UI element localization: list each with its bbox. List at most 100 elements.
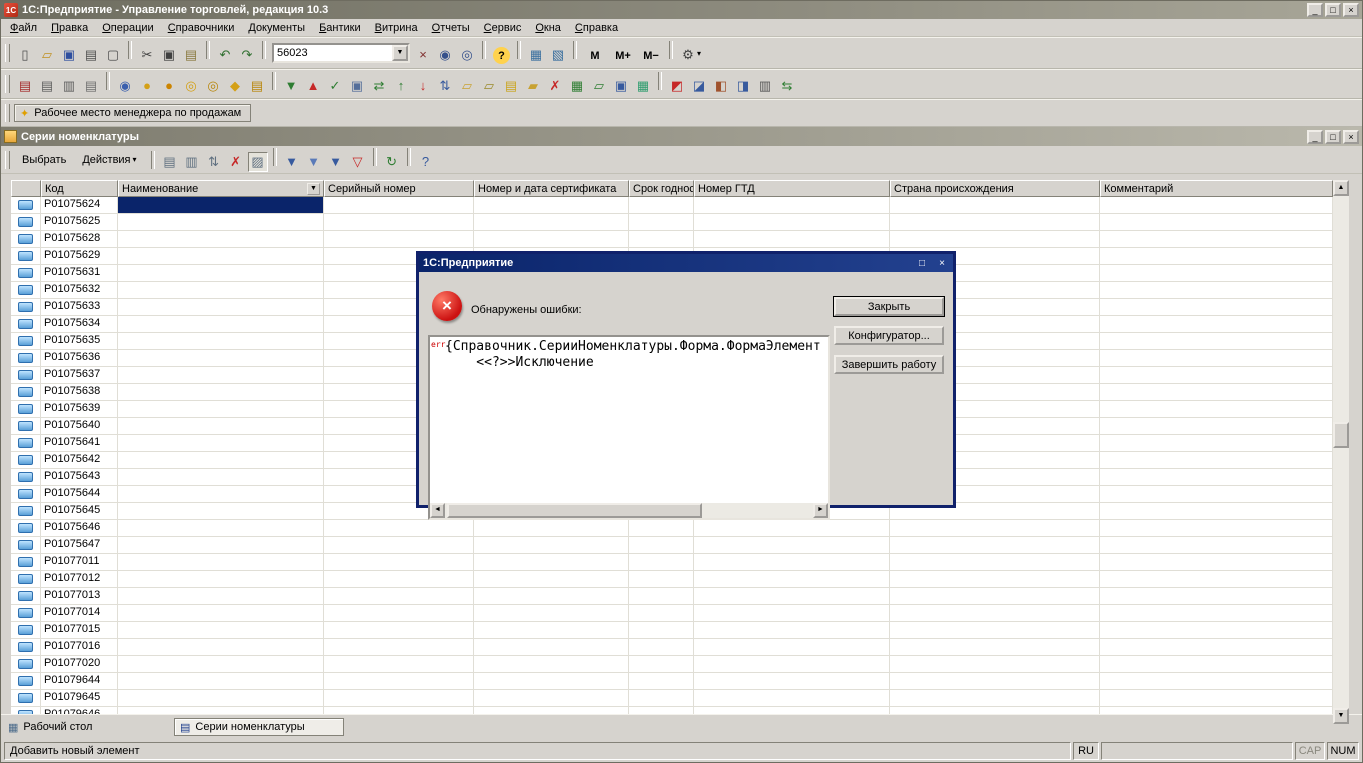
- table-cell[interactable]: [118, 452, 324, 469]
- workspace-tab[interactable]: ✦ Рабочее место менеджера по продажам: [14, 104, 252, 122]
- row-selector-cell[interactable]: [11, 299, 41, 316]
- table-cell[interactable]: [118, 299, 324, 316]
- column-header-7[interactable]: Страна происхождения: [890, 180, 1100, 197]
- doc-search-icon[interactable]: ▣: [611, 76, 631, 96]
- folder-forward-icon[interactable]: ▱: [479, 76, 499, 96]
- table-cell-code[interactable]: P01075646: [41, 520, 118, 537]
- row-selector-cell[interactable]: [11, 571, 41, 588]
- row-selector-cell[interactable]: [11, 673, 41, 690]
- clear-search-icon[interactable]: ×: [413, 44, 433, 64]
- table-cell[interactable]: [118, 486, 324, 503]
- row-selector-cell[interactable]: [11, 401, 41, 418]
- table-cell-code[interactable]: P01075636: [41, 350, 118, 367]
- menu-item-правка[interactable]: Правка: [44, 20, 95, 36]
- table-cell[interactable]: [1100, 265, 1333, 282]
- quick-search-combobox[interactable]: ▼: [272, 43, 410, 63]
- table-cell[interactable]: [324, 588, 474, 605]
- table-cell-code[interactable]: P01077011: [41, 554, 118, 571]
- row-selector-cell[interactable]: [11, 469, 41, 486]
- table-cell[interactable]: [629, 690, 694, 707]
- filter-by-value-icon[interactable]: ▼: [304, 151, 324, 171]
- paste-icon[interactable]: ▤: [181, 45, 201, 65]
- table-cell[interactable]: [1100, 537, 1333, 554]
- doc-exchange-icon[interactable]: ⇄: [369, 76, 389, 96]
- new-document-icon[interactable]: ▯: [15, 45, 35, 65]
- table-cell[interactable]: [324, 622, 474, 639]
- row-selector-cell[interactable]: [11, 435, 41, 452]
- table-cell[interactable]: [474, 214, 629, 231]
- table-cell[interactable]: [1100, 316, 1333, 333]
- partner-report-icon[interactable]: ◨: [733, 76, 753, 96]
- row-selector-cell[interactable]: [11, 231, 41, 248]
- refresh-icon[interactable]: ↻: [382, 152, 402, 172]
- table-cell[interactable]: [118, 384, 324, 401]
- table-cell[interactable]: [118, 350, 324, 367]
- table-cell-code[interactable]: P01077020: [41, 656, 118, 673]
- table-cell[interactable]: [1100, 486, 1333, 503]
- table-cell[interactable]: [890, 214, 1100, 231]
- column-header-3[interactable]: Серийный номер: [324, 180, 474, 197]
- manager-icon[interactable]: ◧: [711, 76, 731, 96]
- table-cell[interactable]: [694, 197, 890, 214]
- table-cell[interactable]: [324, 537, 474, 554]
- row-selector-cell[interactable]: [11, 333, 41, 350]
- table-cell[interactable]: [629, 231, 694, 248]
- table-cell[interactable]: [694, 214, 890, 231]
- taskbar-tab-desktop[interactable]: ▦ Рабочий стол: [3, 718, 173, 736]
- table-cell[interactable]: [1100, 588, 1333, 605]
- red-ledger-icon[interactable]: ▤: [15, 76, 35, 96]
- table-cell[interactable]: [1100, 384, 1333, 401]
- table-cell[interactable]: [474, 554, 629, 571]
- table-cell[interactable]: [890, 537, 1100, 554]
- print-labels-icon[interactable]: ▤: [81, 76, 101, 96]
- table-cell-code[interactable]: P01075624: [41, 197, 118, 214]
- cash-expense-icon[interactable]: ●: [159, 76, 179, 96]
- table-cell-code[interactable]: P01075642: [41, 452, 118, 469]
- doc-up-icon[interactable]: ↑: [391, 76, 411, 96]
- row-selector-cell[interactable]: [11, 588, 41, 605]
- table-cell[interactable]: [474, 571, 629, 588]
- menu-item-документы[interactable]: Документы: [241, 20, 312, 36]
- table-cell[interactable]: [118, 282, 324, 299]
- menu-item-окна[interactable]: Окна: [528, 20, 568, 36]
- shutdown-button[interactable]: Завершить работу: [834, 355, 944, 374]
- table-cell[interactable]: [324, 520, 474, 537]
- table-cell[interactable]: [1100, 418, 1333, 435]
- row-selector-cell[interactable]: [11, 656, 41, 673]
- calc-memory-plus-icon[interactable]: М+: [610, 46, 636, 66]
- table-cell[interactable]: [629, 214, 694, 231]
- table-cell[interactable]: [1100, 350, 1333, 367]
- table-cell[interactable]: [890, 520, 1100, 537]
- table-cell[interactable]: [629, 639, 694, 656]
- table-cell[interactable]: [1100, 299, 1333, 316]
- table-cell[interactable]: [1100, 435, 1333, 452]
- copy-icon[interactable]: ▣: [159, 45, 179, 65]
- scroll-up-icon[interactable]: ▲: [1333, 180, 1349, 196]
- table-cell[interactable]: [1100, 214, 1333, 231]
- table-cell[interactable]: [1100, 503, 1333, 520]
- table-cell[interactable]: [1100, 333, 1333, 350]
- row-selector-cell[interactable]: [11, 265, 41, 282]
- row-selector-cell[interactable]: [11, 197, 41, 214]
- table-cell[interactable]: [118, 639, 324, 656]
- table-cell-code[interactable]: P01075638: [41, 384, 118, 401]
- child-close-button[interactable]: ×: [1343, 129, 1359, 144]
- doc-lightning-icon[interactable]: ▤: [501, 76, 521, 96]
- column-header-4[interactable]: Номер и дата сертификата: [474, 180, 629, 197]
- suppliers-icon[interactable]: ◪: [689, 76, 709, 96]
- help-menu-icon[interactable]: ?: [493, 47, 510, 64]
- table-cell[interactable]: [1100, 554, 1333, 571]
- table-cell[interactable]: [118, 673, 324, 690]
- table-cell[interactable]: [1100, 197, 1333, 214]
- table-cell[interactable]: [629, 197, 694, 214]
- table-cell[interactable]: [118, 588, 324, 605]
- table-cell-code[interactable]: P01075639: [41, 401, 118, 418]
- table-cell[interactable]: [324, 554, 474, 571]
- table-cell-code[interactable]: P01075641: [41, 435, 118, 452]
- configurator-button[interactable]: Конфигуратор...: [834, 326, 944, 345]
- row-selector-cell[interactable]: [11, 282, 41, 299]
- table-cell[interactable]: [474, 231, 629, 248]
- table-cell[interactable]: [629, 605, 694, 622]
- table-cell[interactable]: [694, 639, 890, 656]
- edit-form-icon[interactable]: ▨: [247, 151, 268, 172]
